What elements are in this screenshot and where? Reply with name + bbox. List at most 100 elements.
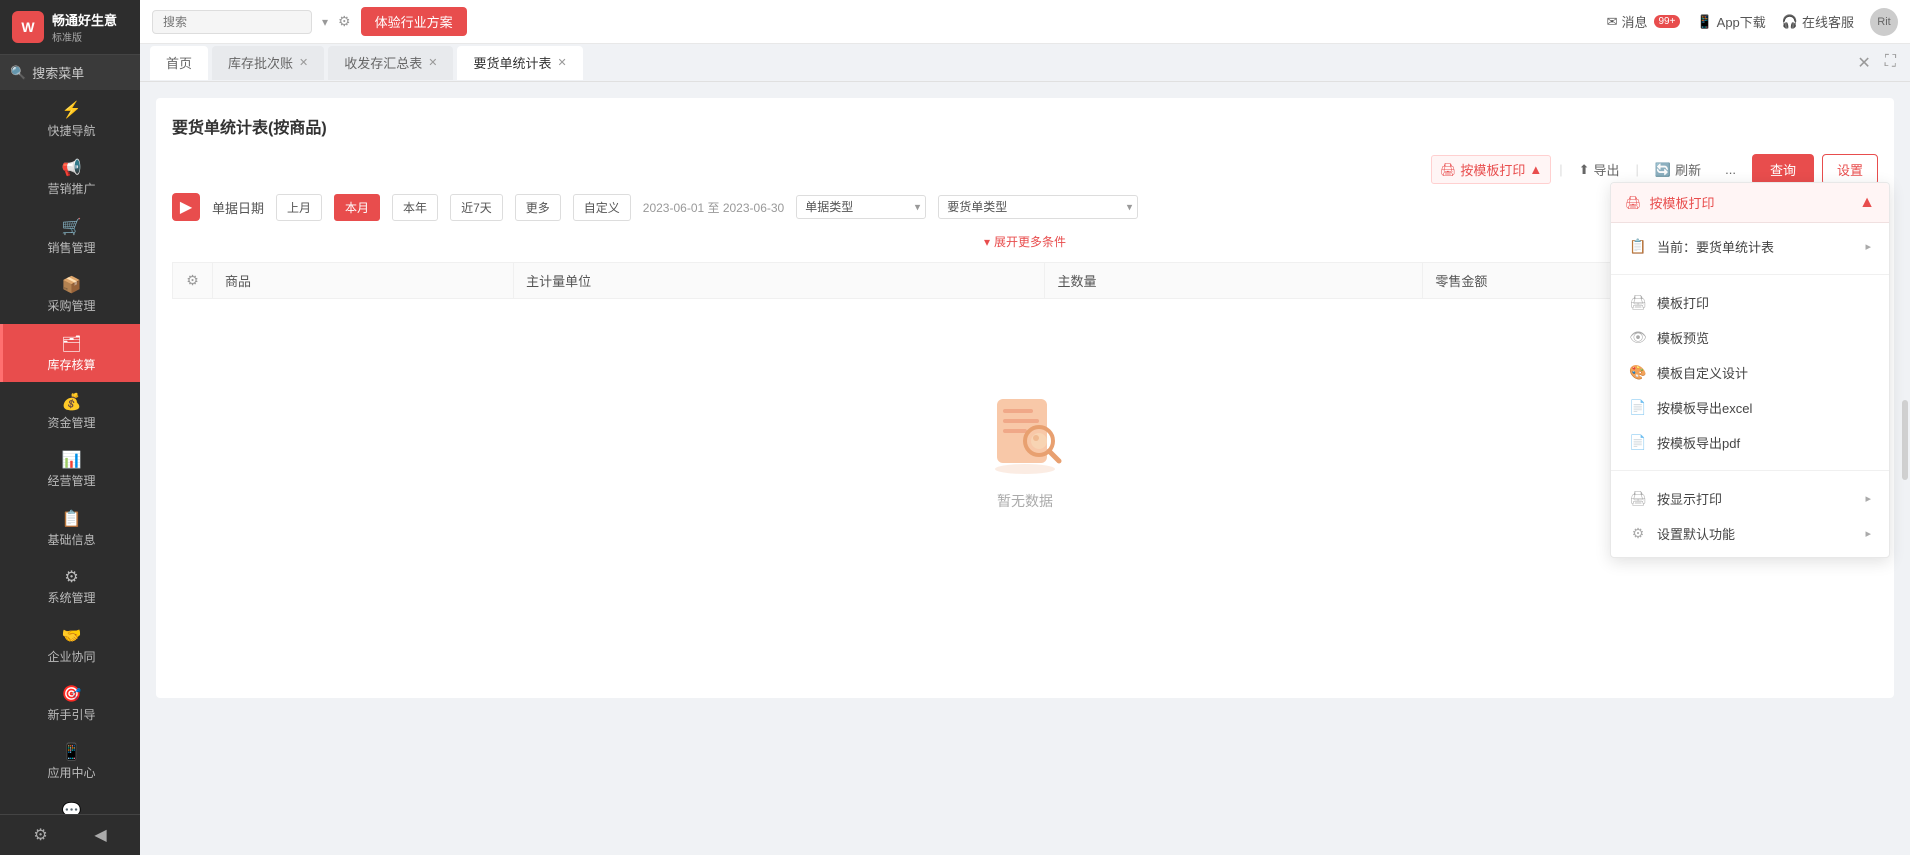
dropdown-default-func[interactable]: ⚙ 设置默认功能 ▸ — [1611, 516, 1889, 551]
sidebar-item-purchase[interactable]: 📦 采购管理 — [0, 265, 140, 323]
sidebar-item-finance[interactable]: 💰 资金管理 — [0, 382, 140, 440]
sidebar-bottom: ⚙ ◀ — [0, 814, 140, 855]
expand-conditions-btn[interactable]: ▾ 展开更多条件 — [984, 233, 1066, 250]
dropdown-header-left: 🖨 按模板打印 — [1625, 193, 1715, 212]
sidebar-item-shortcut[interactable]: ⚡ 快捷导航 — [0, 90, 140, 148]
tab-close-all-btn[interactable]: ✕ — [1853, 51, 1874, 75]
yh-type-select[interactable]: 要货单类型 — [938, 195, 1138, 219]
current-month-btn[interactable]: 本月 — [334, 194, 380, 221]
collapse-btn[interactable]: ◀ — [94, 825, 106, 845]
topbar-dropdown-arrow[interactable]: ▾ — [322, 15, 328, 29]
topbar-search-input[interactable] — [152, 10, 312, 34]
right-scrollbar[interactable] — [1902, 400, 1908, 480]
dropdown-item-template-custom[interactable]: 🎨 模板自定义设计 — [1611, 355, 1889, 390]
tab-close-receipt-summary[interactable]: ✕ — [428, 56, 437, 69]
operations-icon: 📊 — [62, 450, 82, 470]
dropdown-header: 🖨 按模板打印 ▲ — [1611, 183, 1889, 223]
display-print-icon: 🖨 — [1629, 490, 1647, 507]
print-icon: 🖨 — [1440, 162, 1457, 178]
more-btn[interactable]: ... — [1717, 158, 1744, 181]
topbar: ▾ ⚙ 体验行业方案 ✉ 消息 99+ 📱 App下载 🎧 在线客服 Rit — [140, 0, 1910, 44]
template-print-btn[interactable]: 🖨 按模板打印 ▲ — [1431, 155, 1551, 184]
sidebar-item-sales[interactable]: 🛒 销售管理 — [0, 207, 140, 265]
dropdown-divider-2 — [1611, 470, 1889, 471]
system-icon: ⚙ — [64, 567, 78, 587]
display-print-left: 🖨 按显示打印 — [1629, 489, 1722, 508]
divider-1: | — [1559, 162, 1562, 177]
custom-date-btn[interactable]: 自定义 — [573, 194, 631, 221]
export-btn[interactable]: ⬆ 导出 — [1571, 156, 1628, 183]
current-template-arrow: ▸ — [1865, 240, 1871, 253]
yh-type-wrapper: 要货单类型 — [938, 195, 1138, 219]
tab-close-inventory-batch[interactable]: ✕ — [299, 56, 308, 69]
current-year-btn[interactable]: 本年 — [392, 194, 438, 221]
refresh-icon: 🔄 — [1655, 162, 1671, 178]
page-title: 要货单统计表(按商品) — [172, 114, 1878, 138]
dropdown-close-btn[interactable]: ▲ — [1859, 194, 1875, 212]
tab-receipt-summary[interactable]: 收发存汇总表 ✕ — [328, 46, 453, 80]
app-download-btn[interactable]: 📱 App下载 — [1696, 12, 1765, 31]
wechat-icon: 💬 — [62, 801, 82, 814]
divider-2: | — [1636, 162, 1639, 177]
tab-close-order-stats[interactable]: ✕ — [558, 56, 567, 69]
query-btn[interactable]: 查询 — [1752, 154, 1814, 185]
order-type-select[interactable]: 单据类型 — [796, 195, 926, 219]
topbar-gear-icon[interactable]: ⚙ — [338, 13, 351, 30]
appcenter-icon: 📱 — [62, 742, 82, 762]
settings-btn[interactable]: 设置 — [1822, 154, 1878, 185]
empty-text: 暂无数据 — [997, 491, 1053, 511]
message-btn[interactable]: ✉ 消息 99+ — [1607, 12, 1681, 31]
sidebar-item-appcenter[interactable]: 📱 应用中心 — [0, 732, 140, 790]
dropdown-print-icon: 🖨 — [1625, 195, 1642, 211]
table-settings-icon[interactable]: ⚙ — [186, 272, 199, 288]
tabbar: 首页 库存批次账 ✕ 收发存汇总表 ✕ 要货单统计表 ✕ ✕ ⛶ — [140, 44, 1910, 82]
col-settings[interactable]: ⚙ — [173, 263, 213, 299]
trial-btn[interactable]: 体验行业方案 — [361, 7, 467, 36]
dropdown-display-print[interactable]: 🖨 按显示打印 ▸ — [1611, 481, 1889, 516]
dropdown-item-template-preview[interactable]: 👁 模板预览 — [1611, 320, 1889, 355]
logo-icon: W — [12, 11, 44, 43]
customer-service-btn[interactable]: 🎧 在线客服 — [1782, 12, 1854, 31]
filter-expand-icon-btn[interactable]: ▶ — [172, 193, 200, 221]
finance-icon: 💰 — [62, 392, 82, 412]
settings-bottom-btn[interactable]: ⚙ — [33, 825, 47, 845]
template-print-dropdown: 🖨 按模板打印 ▲ 📋 当前：要货单统计表 ▸ 🖨 模板打 — [1610, 182, 1890, 558]
dropdown-item-template-print[interactable]: 🖨 模板打印 — [1611, 285, 1889, 320]
sidebar-item-operations[interactable]: 📊 经营管理 — [0, 440, 140, 498]
sidebar-nav: ⚡ 快捷导航 📢 营销推广 🛒 销售管理 📦 采购管理 🗂 库存核算 💰 资金管… — [0, 90, 140, 814]
dropdown-item-export-excel[interactable]: 📄 按模板导出excel — [1611, 390, 1889, 425]
tab-order-stats[interactable]: 要货单统计表 ✕ — [457, 46, 582, 80]
purchase-icon: 📦 — [62, 275, 82, 295]
sidebar-item-inventory[interactable]: 🗂 库存核算 — [0, 324, 140, 382]
sidebar-item-basic[interactable]: 📋 基础信息 — [0, 499, 140, 557]
dropdown-section-items: 🖨 模板打印 👁 模板预览 🎨 模板自定义设计 📄 按模板导出excel 📄 — [1611, 279, 1889, 466]
shortcut-icon: ⚡ — [62, 100, 82, 120]
tab-home[interactable]: 首页 — [150, 46, 208, 80]
refresh-btn[interactable]: 🔄 刷新 — [1647, 156, 1709, 183]
dropdown-current-template[interactable]: 📋 当前：要货单统计表 ▸ — [1611, 229, 1889, 264]
dropdown-section-sub: 🖨 按显示打印 ▸ ⚙ 设置默认功能 ▸ — [1611, 475, 1889, 557]
order-type-wrapper: 单据类型 — [796, 195, 926, 219]
more-date-btn[interactable]: 更多 — [515, 194, 561, 221]
message-badge: 99+ — [1654, 15, 1681, 28]
sidebar-item-enterprise[interactable]: 🤝 企业协同 — [0, 616, 140, 674]
prev-month-btn[interactable]: 上月 — [276, 194, 322, 221]
expand-icon: ▾ — [984, 235, 990, 249]
sidebar-search[interactable]: 🔍 搜索菜单 — [0, 55, 140, 90]
export-icon: ⬆ — [1579, 162, 1590, 178]
sidebar-item-system[interactable]: ⚙ 系统管理 — [0, 557, 140, 615]
tab-maximize-btn[interactable]: ⛶ — [1881, 51, 1900, 75]
user-avatar[interactable]: Rit — [1870, 8, 1898, 36]
sidebar-item-wechat[interactable]: 💬 企业微信 — [0, 791, 140, 814]
message-icon: ✉ — [1607, 14, 1618, 30]
main-area: ▾ ⚙ 体验行业方案 ✉ 消息 99+ 📱 App下载 🎧 在线客服 Rit — [140, 0, 1910, 855]
sidebar-item-newuser[interactable]: 🎯 新手引导 — [0, 674, 140, 732]
marketing-icon: 📢 — [62, 158, 82, 178]
export-pdf-icon: 📄 — [1629, 434, 1647, 451]
last7days-btn[interactable]: 近7天 — [450, 194, 503, 221]
dropdown-item-export-pdf[interactable]: 📄 按模板导出pdf — [1611, 425, 1889, 460]
template-print-item-icon: 🖨 — [1629, 294, 1647, 311]
newuser-icon: 🎯 — [62, 684, 82, 704]
sidebar-item-marketing[interactable]: 📢 营销推广 — [0, 148, 140, 206]
tab-inventory-batch[interactable]: 库存批次账 ✕ — [212, 46, 324, 80]
